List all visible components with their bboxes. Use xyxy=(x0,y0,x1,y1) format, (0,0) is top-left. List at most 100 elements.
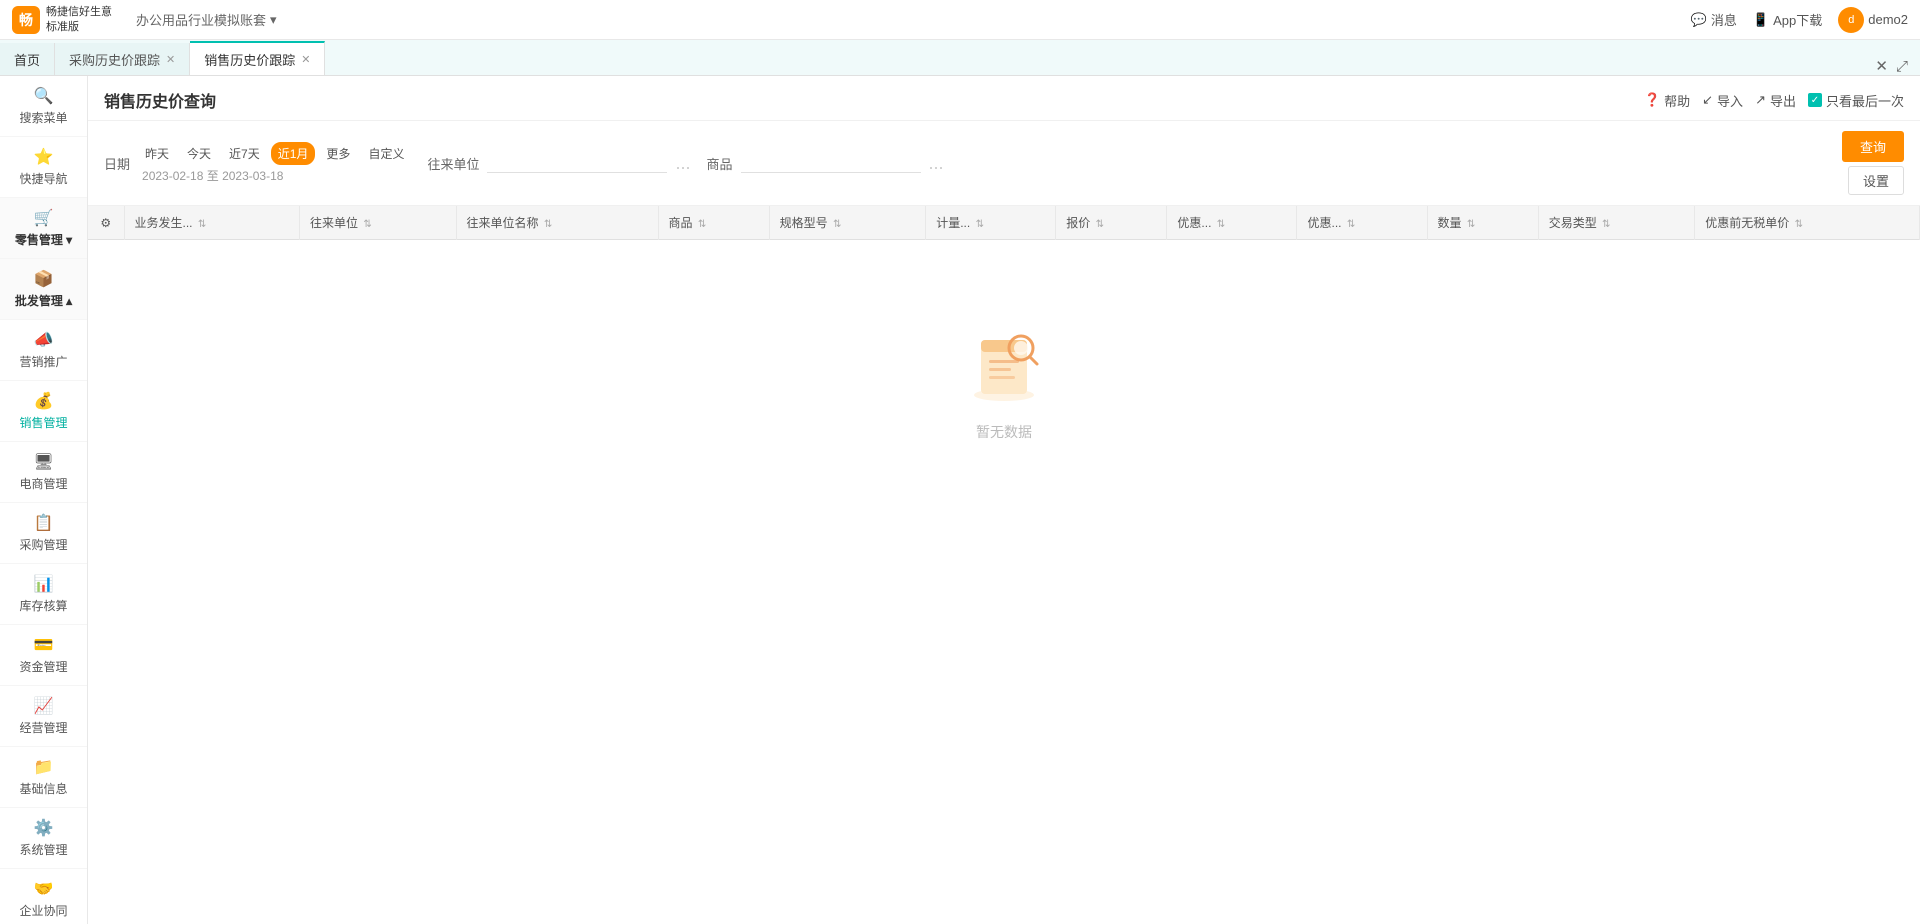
sidebar-label-system: 系统管理 xyxy=(19,841,67,858)
partner-input[interactable] xyxy=(487,153,667,173)
tab-sales-close[interactable]: ✕ xyxy=(301,53,310,66)
th-discount1[interactable]: 优惠... ⇅ xyxy=(1167,206,1297,240)
sidebar-item-retail-mgmt[interactable]: 🛒 零售管理 ▾ xyxy=(0,198,87,259)
product-dots[interactable]: ... xyxy=(929,153,944,174)
finance-icon: 💳 xyxy=(34,635,54,655)
empty-illustration xyxy=(959,320,1049,410)
date-filter-group: 日期 昨天 今天 近7天 近1月 更多 自定义 2023-02-18 至 202… xyxy=(104,142,411,184)
sidebar-label-search: 搜索菜单 xyxy=(19,109,67,126)
only-last-toggle[interactable]: ✓ 只看最后一次 xyxy=(1808,91,1904,110)
settings-button[interactable]: 设置 xyxy=(1848,166,1904,195)
page-actions: ❓ 帮助 ↙ 导入 ↗ 导出 ✓ 只看最后一次 xyxy=(1644,91,1904,110)
th-partner-code[interactable]: 往来单位 ⇅ xyxy=(299,206,456,240)
date-btn-more[interactable]: 更多 xyxy=(319,142,357,165)
tab-home-label: 首页 xyxy=(14,50,40,69)
sidebar-label-marketing: 营销推广 xyxy=(19,353,67,370)
date-buttons: 昨天 今天 近7天 近1月 更多 自定义 xyxy=(138,142,411,165)
product-filter-label: 商品 xyxy=(706,154,732,173)
ecommerce-icon: 🖥 xyxy=(33,452,53,472)
top-bar-left: 畅 畅捷信好生意 标准版 办公用品行业模拟账套 ▾ xyxy=(12,5,277,34)
export-btn[interactable]: ↗ 导出 xyxy=(1755,91,1796,110)
help-icon: ❓ xyxy=(1644,92,1660,108)
sidebar-item-system-mgmt[interactable]: ⚙️ 系统管理 xyxy=(0,808,87,869)
query-button[interactable]: 查询 xyxy=(1842,131,1904,162)
table-area: ⚙ 业务发生... ⇅ 往来单位 ⇅ 往来单位名称 ⇅ 商品 ⇅ 规格型号 ⇅ … xyxy=(88,206,1920,924)
tab-bar-actions: ✕ ⤢ xyxy=(1875,57,1920,75)
purchase-icon: 📋 xyxy=(34,513,54,533)
empty-state: 暂无数据 xyxy=(88,240,1920,522)
wholesale-icon: 📦 xyxy=(34,269,54,289)
sidebar-label-operations: 经营管理 xyxy=(19,719,67,736)
sidebar-label-inventory: 库存核算 xyxy=(19,597,67,614)
empty-text: 暂无数据 xyxy=(976,422,1032,442)
tab-purchase-history[interactable]: 采购历史价跟踪 ✕ xyxy=(55,43,190,75)
th-settings[interactable]: ⚙ xyxy=(88,206,124,240)
sidebar-item-ecommerce[interactable]: 🖥 电商管理 xyxy=(0,442,87,503)
sidebar-label-finance: 资金管理 xyxy=(19,658,67,675)
phone-icon: 📱 xyxy=(1753,12,1769,28)
sidebar-item-marketing[interactable]: 📣 营销推广 xyxy=(0,320,87,381)
th-quote[interactable]: 报价 ⇅ xyxy=(1056,206,1167,240)
sidebar-item-finance[interactable]: 💳 资金管理 xyxy=(0,625,87,686)
system-icon: ⚙️ xyxy=(34,818,54,838)
sidebar-item-wholesale-mgmt[interactable]: 📦 批发管理 ▴ xyxy=(0,259,87,320)
th-trade-type[interactable]: 交易类型 ⇅ xyxy=(1538,206,1695,240)
th-product[interactable]: 商品 ⇅ xyxy=(658,206,769,240)
tab-sales-label: 销售历史价跟踪 xyxy=(204,50,295,69)
date-range-block: 昨天 今天 近7天 近1月 更多 自定义 2023-02-18 至 2023-0… xyxy=(138,142,411,184)
tab-maximize-icon[interactable]: ⤢ xyxy=(1896,58,1908,75)
tab-close-all-icon[interactable]: ✕ xyxy=(1875,57,1888,75)
date-btn-custom[interactable]: 自定义 xyxy=(361,142,411,165)
sidebar-label-retail: 零售管理 ▾ xyxy=(15,231,72,248)
date-btn-yesterday[interactable]: 昨天 xyxy=(138,142,176,165)
basic-icon: 📁 xyxy=(34,757,54,777)
breadcrumb-text: 办公用品行业模拟账套 xyxy=(136,10,266,29)
page-title: 销售历史价查询 xyxy=(104,88,216,112)
sidebar-label-basic: 基础信息 xyxy=(19,780,67,797)
export-icon: ↗ xyxy=(1755,92,1766,108)
page-header: 销售历史价查询 ❓ 帮助 ↙ 导入 ↗ 导出 ✓ 只看最后一次 xyxy=(88,76,1920,121)
sidebar-label-ecommerce: 电商管理 xyxy=(19,475,67,492)
sidebar-item-sales-mgmt[interactable]: 💰 销售管理 xyxy=(0,381,87,442)
sidebar-item-inventory[interactable]: 📊 库存核算 xyxy=(0,564,87,625)
sidebar-item-operations[interactable]: 📈 经营管理 xyxy=(0,686,87,747)
sidebar-item-purchase-mgmt[interactable]: 📋 采购管理 xyxy=(0,503,87,564)
app-download-btn[interactable]: 📱 App下载 xyxy=(1753,10,1822,29)
breadcrumb-arrow: ▾ xyxy=(270,12,277,28)
sidebar-item-search-menu[interactable]: 🔍 搜索菜单 xyxy=(0,76,87,137)
logo-text: 畅捷信好生意 标准版 xyxy=(46,5,112,34)
message-btn[interactable]: 💬 消息 xyxy=(1691,10,1737,29)
partner-dots[interactable]: ... xyxy=(675,153,690,174)
tab-purchase-close[interactable]: ✕ xyxy=(166,53,175,66)
th-biz-date[interactable]: 业务发生... ⇅ xyxy=(124,206,299,240)
th-partner-name[interactable]: 往来单位名称 ⇅ xyxy=(456,206,658,240)
sidebar-item-quick-nav[interactable]: ⭐ 快捷导航 xyxy=(0,137,87,198)
date-filter-label: 日期 xyxy=(104,154,130,173)
sidebar-item-enterprise[interactable]: 🤝 企业协同 xyxy=(0,869,87,924)
tab-sales-history[interactable]: 销售历史价跟踪 ✕ xyxy=(190,41,325,75)
sales-icon: 💰 xyxy=(34,391,54,411)
sidebar-item-basic-info[interactable]: 📁 基础信息 xyxy=(0,747,87,808)
top-bar-right: 💬 消息 📱 App下载 d demo2 xyxy=(1691,7,1908,33)
inventory-icon: 📊 xyxy=(34,574,54,594)
date-btn-today[interactable]: 今天 xyxy=(180,142,218,165)
tab-home[interactable]: 首页 xyxy=(0,43,55,75)
th-pre-tax[interactable]: 优惠前无税单价 ⇅ xyxy=(1695,206,1920,240)
th-discount2[interactable]: 优惠... ⇅ xyxy=(1297,206,1427,240)
th-qty[interactable]: 数量 ⇅ xyxy=(1427,206,1538,240)
date-range-text: 2023-02-18 至 2023-03-18 xyxy=(142,167,411,184)
th-spec[interactable]: 规格型号 ⇅ xyxy=(769,206,926,240)
partner-filter-label: 往来单位 xyxy=(427,154,479,173)
help-btn[interactable]: ❓ 帮助 xyxy=(1644,91,1690,110)
tab-purchase-label: 采购历史价跟踪 xyxy=(69,50,160,69)
date-btn-1month[interactable]: 近1月 xyxy=(271,142,316,165)
date-btn-7days[interactable]: 近7天 xyxy=(222,142,267,165)
enterprise-icon: 🤝 xyxy=(34,879,54,899)
marketing-icon: 📣 xyxy=(34,330,54,350)
import-btn[interactable]: ↙ 导入 xyxy=(1702,91,1743,110)
star-icon: ⭐ xyxy=(34,147,54,167)
message-icon: 💬 xyxy=(1691,12,1707,28)
user-avatar[interactable]: d demo2 xyxy=(1838,7,1908,33)
product-input[interactable] xyxy=(741,153,921,173)
th-unit[interactable]: 计量... ⇅ xyxy=(926,206,1056,240)
